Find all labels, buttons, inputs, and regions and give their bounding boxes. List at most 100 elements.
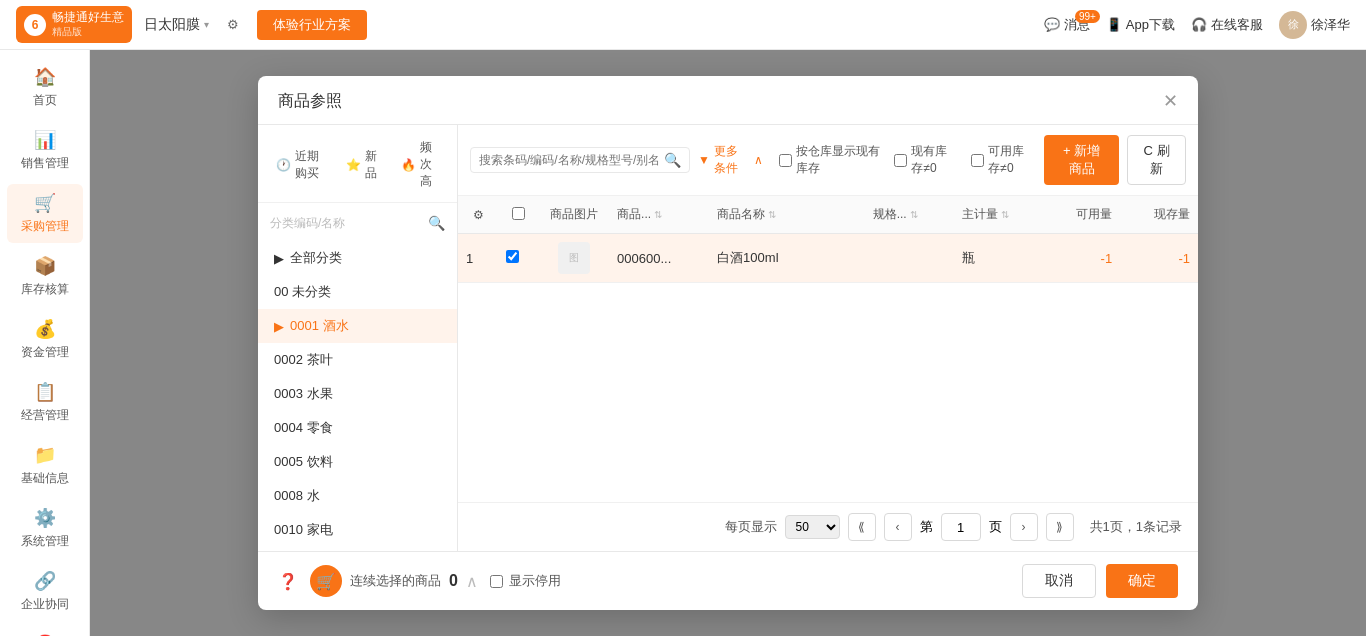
page-last-button[interactable]: ⟫ (1046, 513, 1074, 541)
tab-recent[interactable]: 🕐 近期购买 (266, 133, 332, 196)
navbar: 6 畅捷通好生意 精品版 日太阳膜 ▾ ⚙ 体验行业方案 💬 消息 99+ 📱 … (0, 0, 1366, 50)
confirm-button[interactable]: 确定 (1106, 564, 1178, 598)
row-avail: -1 (1031, 234, 1120, 283)
page-first-button[interactable]: ⟪ (848, 513, 876, 541)
right-toolbar: 🔍 ▼ 更多条件 ∧ 按仓库显示现有库存 (458, 125, 1198, 196)
row-name: 白酒100ml (709, 234, 865, 283)
sidebar-item-ops[interactable]: 📋 经营管理 (7, 373, 83, 432)
col-header-settings[interactable]: ⚙ (458, 196, 498, 234)
store-name: 日太阳膜 (144, 16, 200, 34)
category-0005[interactable]: 0005 饮料 (258, 445, 457, 479)
online-service-area[interactable]: 🎧 在线客服 (1191, 16, 1263, 34)
app-logo[interactable]: 6 畅捷通好生意 精品版 (16, 6, 132, 44)
category-all[interactable]: ▶ 全部分类 (258, 241, 457, 275)
inventory-icon: 📦 (34, 255, 56, 277)
checkbox-warehouse[interactable]: 按仓库显示现有库存 (779, 143, 883, 177)
sidebar-item-inventory[interactable]: 📦 库存核算 (7, 247, 83, 306)
category-0004-label: 0004 零食 (274, 419, 333, 437)
category-0008[interactable]: 0008 水 (258, 479, 457, 513)
row-checkbox[interactable] (498, 234, 538, 283)
category-0004[interactable]: 0004 零食 (258, 411, 457, 445)
sidebar-item-home[interactable]: 🏠 首页 (7, 58, 83, 117)
checkbox-warehouse-input[interactable] (779, 154, 792, 167)
refresh-button[interactable]: C 刷新 (1127, 135, 1186, 185)
checkbox-avail-nonzero[interactable]: 可用库存≠0 (971, 143, 1036, 177)
filter-label: 更多条件 (714, 143, 750, 177)
sidebar-item-collab[interactable]: 🔗 企业协同 (7, 562, 83, 621)
page-next-button[interactable]: › (1010, 513, 1038, 541)
col-header-name[interactable]: 商品名称 ⇅ (709, 196, 865, 234)
sidebar-item-basic[interactable]: 📁 基础信息 (7, 436, 83, 495)
add-product-button[interactable]: + 新增商品 (1044, 135, 1119, 185)
sidebar-item-guide[interactable]: 🎯 新手引导 (7, 625, 83, 636)
category-0003[interactable]: 0003 水果 (258, 377, 457, 411)
checkbox-stock-nonzero[interactable]: 现有库存≠0 (894, 143, 959, 177)
all-arrow-icon: ▶ (274, 251, 284, 266)
page-total: 共1页，1条记录 (1090, 518, 1182, 536)
product-reference-dialog: 商品参照 ✕ 🕐 近期购买 ⭐ 新 (258, 76, 1198, 610)
settings-icon[interactable]: ⚙ (217, 9, 249, 41)
checkbox-stock-input[interactable] (894, 154, 907, 167)
footer-buttons: 取消 确定 (1022, 564, 1178, 598)
tab-new[interactable]: ⭐ 新品 (336, 133, 387, 196)
checkbox-avail-input[interactable] (971, 154, 984, 167)
category-search-input[interactable] (270, 216, 422, 230)
product-image: 图 (558, 242, 590, 274)
cart-icon[interactable]: 🛒 (310, 565, 342, 597)
cancel-button[interactable]: 取消 (1022, 564, 1096, 598)
col-name-sort[interactable]: ⇅ (768, 209, 776, 220)
sidebar-item-system[interactable]: ⚙️ 系统管理 (7, 499, 83, 558)
category-0010[interactable]: 0010 家电 (258, 513, 457, 547)
checkbox-avail-label: 可用库存≠0 (988, 143, 1036, 177)
category-list: ▶ 全部分类 00 未分类 ▶ 0001 酒水 0002 茶 (258, 237, 457, 551)
cat-active-arrow: ▶ (274, 319, 284, 334)
row-unit: 瓶 (954, 234, 1032, 283)
col-header-unit[interactable]: 主计量 ⇅ (954, 196, 1032, 234)
col-header-checkbox[interactable] (498, 196, 538, 234)
sales-icon: 📊 (34, 129, 56, 151)
page-size-select[interactable]: 20 50 100 (785, 515, 840, 539)
filter-button[interactable]: ▼ 更多条件 ∧ (698, 143, 763, 177)
system-icon: ⚙️ (34, 507, 56, 529)
help-icon[interactable]: ❓ (278, 572, 298, 591)
notification-area[interactable]: 💬 消息 99+ (1044, 16, 1090, 34)
product-search-box: 🔍 (470, 147, 690, 173)
category-0002[interactable]: 0002 茶叶 (258, 343, 457, 377)
recent-icon: 🕐 (276, 158, 291, 172)
user-area[interactable]: 徐 徐泽华 (1279, 11, 1350, 39)
category-search-icon[interactable]: 🔍 (428, 215, 445, 231)
cart-collapse-icon[interactable]: ∧ (466, 572, 478, 591)
dialog-footer: ❓ 🛒 连续选择的商品 0 ∧ 显示停用 取消 确定 (258, 551, 1198, 610)
store-selector[interactable]: 日太阳膜 ▾ (144, 16, 209, 34)
category-00[interactable]: 00 未分类 (258, 275, 457, 309)
sidebar-item-sales[interactable]: 📊 销售管理 (7, 121, 83, 180)
page-prev-button[interactable]: ‹ (884, 513, 912, 541)
tab-recent-label: 近期购买 (295, 148, 322, 182)
product-search-icon[interactable]: 🔍 (664, 152, 681, 168)
col-header-spec[interactable]: 规格... ⇅ (865, 196, 954, 234)
display-disabled-checkbox[interactable]: 显示停用 (490, 572, 561, 590)
col-unit-sort[interactable]: ⇅ (1001, 209, 1009, 220)
product-search-input[interactable] (479, 153, 660, 167)
dialog-overlay: 商品参照 ✕ 🕐 近期购买 ⭐ 新 (90, 50, 1366, 636)
page-number-input[interactable] (941, 513, 981, 541)
dialog-close-button[interactable]: ✕ (1163, 90, 1178, 112)
category-0003-label: 0003 水果 (274, 385, 333, 403)
select-all-checkbox[interactable] (512, 207, 525, 220)
logo-text: 畅捷通好生意 精品版 (52, 10, 124, 40)
product-table: ⚙ 商品图片 商品... ⇅ 商品名称 (458, 196, 1198, 283)
sidebar-item-finance[interactable]: 💰 资金管理 (7, 310, 83, 369)
col-spec-sort[interactable]: ⇅ (910, 209, 918, 220)
col-header-code[interactable]: 商品... ⇅ (609, 196, 709, 234)
app-download-area[interactable]: 📱 App下载 (1106, 16, 1175, 34)
display-disabled-input[interactable] (490, 575, 503, 588)
trial-button[interactable]: 体验行业方案 (257, 10, 367, 40)
page-label: 第 (920, 518, 933, 536)
col-code-sort[interactable]: ⇅ (654, 209, 662, 220)
category-0001[interactable]: ▶ 0001 酒水 (258, 309, 457, 343)
tab-frequent[interactable]: 🔥 频次高 (391, 133, 449, 196)
sidebar-item-purchase[interactable]: 🛒 采购管理 (7, 184, 83, 243)
row-select-checkbox[interactable] (506, 250, 519, 263)
table-row[interactable]: 1 图 000600... 白酒100ml 瓶 (458, 234, 1198, 283)
category-00-label: 00 未分类 (274, 283, 331, 301)
